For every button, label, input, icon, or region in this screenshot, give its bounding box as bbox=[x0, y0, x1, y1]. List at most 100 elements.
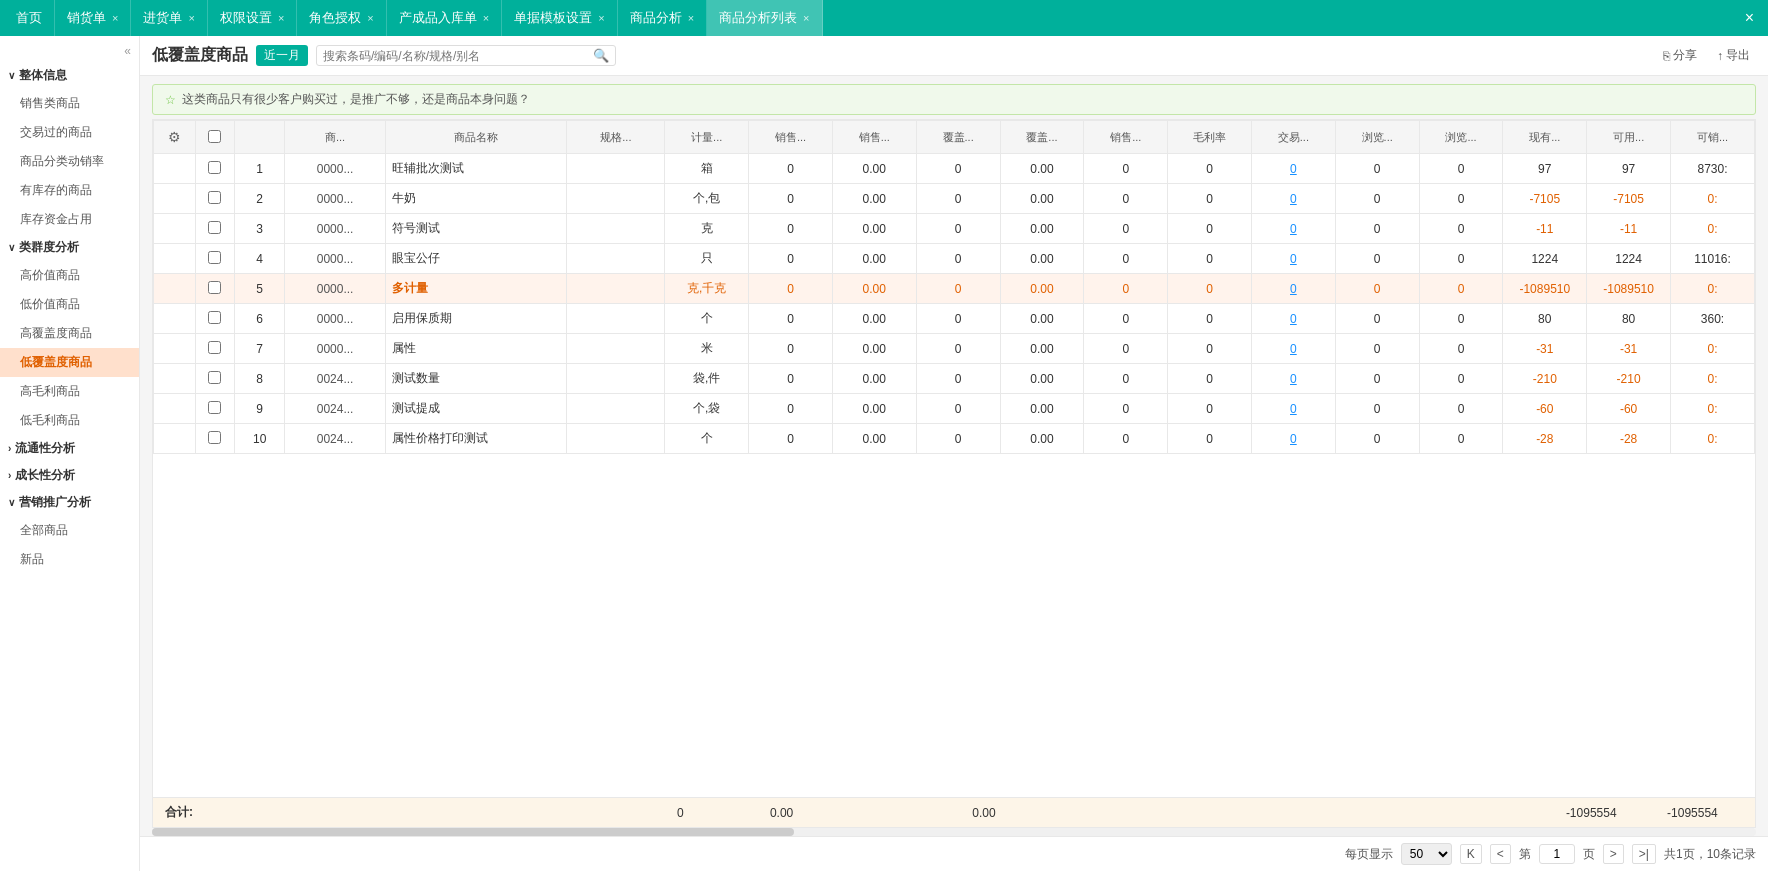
share-icon: ⎘ bbox=[1663, 49, 1670, 63]
sidebar-group-overall[interactable]: ∨ 整体信息 bbox=[0, 62, 139, 89]
row-coverage2: 0.00 bbox=[1000, 304, 1084, 334]
row-check[interactable] bbox=[195, 244, 234, 274]
close-icon[interactable]: × bbox=[278, 12, 284, 24]
nav-tab-product-inbound[interactable]: 产成品入库单 × bbox=[387, 0, 502, 36]
sidebar-item-traded-goods[interactable]: 交易过的商品 bbox=[0, 118, 139, 147]
row-check[interactable] bbox=[195, 394, 234, 424]
row-trade[interactable]: 0 bbox=[1251, 334, 1335, 364]
sidebar-item-new-goods[interactable]: 新品 bbox=[0, 545, 139, 574]
row-trade[interactable]: 0 bbox=[1251, 244, 1335, 274]
sidebar-group-cluster[interactable]: ∨ 类群度分析 bbox=[0, 234, 139, 261]
row-coverage1: 0 bbox=[916, 334, 1000, 364]
row-browse1: 0 bbox=[1335, 274, 1419, 304]
content-area: 低覆盖度商品 近一月 🔍 ⎘ 分享 ↑ 导出 ☆ 这类商品只有很少客户购买过，是… bbox=[140, 36, 1768, 871]
row-checkbox[interactable] bbox=[208, 161, 221, 174]
sidebar-item-high-value[interactable]: 高价值商品 bbox=[0, 261, 139, 290]
row-check[interactable] bbox=[195, 154, 234, 184]
row-coverage2: 0.00 bbox=[1000, 424, 1084, 454]
row-checkbox[interactable] bbox=[208, 431, 221, 444]
horizontal-scrollbar[interactable] bbox=[152, 828, 1756, 836]
row-checkbox[interactable] bbox=[208, 251, 221, 264]
export-button[interactable]: ↑ 导出 bbox=[1711, 44, 1756, 67]
sidebar-item-sales-goods[interactable]: 销售类商品 bbox=[0, 89, 139, 118]
sidebar-collapse-button[interactable]: « bbox=[0, 40, 139, 62]
row-checkbox[interactable] bbox=[208, 191, 221, 204]
row-checkbox[interactable] bbox=[208, 221, 221, 234]
row-check[interactable] bbox=[195, 274, 234, 304]
first-page-button[interactable]: K bbox=[1460, 844, 1482, 864]
nav-tab-analysis-list[interactable]: 商品分析列表 × bbox=[707, 0, 822, 36]
prev-page-button[interactable]: < bbox=[1490, 844, 1511, 864]
sidebar-item-all-goods[interactable]: 全部商品 bbox=[0, 516, 139, 545]
row-check[interactable] bbox=[195, 424, 234, 454]
row-checkbox[interactable] bbox=[208, 311, 221, 324]
row-code: 0000... bbox=[285, 334, 386, 364]
close-icon[interactable]: × bbox=[688, 12, 694, 24]
row-trade[interactable]: 0 bbox=[1251, 274, 1335, 304]
close-icon[interactable]: × bbox=[367, 12, 373, 24]
row-checkbox[interactable] bbox=[208, 401, 221, 414]
settings-icon[interactable]: ⚙ bbox=[168, 129, 181, 145]
row-name: 属性价格打印测试 bbox=[385, 424, 567, 454]
sidebar-group-liquidity[interactable]: › 流通性分析 bbox=[0, 435, 139, 462]
row-trade[interactable]: 0 bbox=[1251, 304, 1335, 334]
sidebar-item-category-turnover[interactable]: 商品分类动销率 bbox=[0, 147, 139, 176]
search-input[interactable] bbox=[323, 49, 593, 63]
row-trade[interactable]: 0 bbox=[1251, 184, 1335, 214]
nav-tab-home[interactable]: 首页 bbox=[4, 0, 55, 36]
sidebar-group-growth[interactable]: › 成长性分析 bbox=[0, 462, 139, 489]
row-check[interactable] bbox=[195, 304, 234, 334]
row-sales-amt: 0.00 bbox=[832, 424, 916, 454]
share-button[interactable]: ⎘ 分享 bbox=[1657, 44, 1703, 67]
row-gross-rate: 0 bbox=[1168, 154, 1252, 184]
row-sellable: 0: bbox=[1671, 364, 1755, 394]
row-trade[interactable]: 0 bbox=[1251, 214, 1335, 244]
close-all-button[interactable]: × bbox=[1735, 9, 1764, 27]
close-icon[interactable]: × bbox=[598, 12, 604, 24]
row-trade[interactable]: 0 bbox=[1251, 424, 1335, 454]
nav-tab-role[interactable]: 角色授权 × bbox=[297, 0, 386, 36]
th-check[interactable] bbox=[195, 121, 234, 154]
row-trade[interactable]: 0 bbox=[1251, 154, 1335, 184]
sidebar-group-marketing[interactable]: ∨ 营销推广分析 bbox=[0, 489, 139, 516]
sidebar-item-low-margin[interactable]: 低毛利商品 bbox=[0, 406, 139, 435]
row-checkbox[interactable] bbox=[208, 281, 221, 294]
page-number-input[interactable] bbox=[1539, 844, 1575, 864]
sidebar-item-in-stock[interactable]: 有库存的商品 bbox=[0, 176, 139, 205]
next-page-button[interactable]: > bbox=[1603, 844, 1624, 864]
row-code: 0000... bbox=[285, 304, 386, 334]
row-trade[interactable]: 0 bbox=[1251, 394, 1335, 424]
close-icon[interactable]: × bbox=[803, 12, 809, 24]
nav-tab-purchase[interactable]: 进货单 × bbox=[131, 0, 207, 36]
nav-tab-permission[interactable]: 权限设置 × bbox=[208, 0, 297, 36]
sidebar-item-low-coverage[interactable]: 低覆盖度商品 bbox=[0, 348, 139, 377]
nav-tab-sales[interactable]: 销货单 × bbox=[55, 0, 131, 36]
sidebar-item-inventory-capital[interactable]: 库存资金占用 bbox=[0, 205, 139, 234]
row-check[interactable] bbox=[195, 184, 234, 214]
sidebar-item-high-coverage[interactable]: 高覆盖度商品 bbox=[0, 319, 139, 348]
row-checkbox[interactable] bbox=[208, 371, 221, 384]
last-page-button[interactable]: >| bbox=[1632, 844, 1656, 864]
close-icon[interactable]: × bbox=[483, 12, 489, 24]
row-trade[interactable]: 0 bbox=[1251, 364, 1335, 394]
row-check[interactable] bbox=[195, 334, 234, 364]
nav-tab-template[interactable]: 单据模板设置 × bbox=[502, 0, 617, 36]
row-coverage2: 0.00 bbox=[1000, 274, 1084, 304]
page-size-select[interactable]: 50 100 200 bbox=[1401, 843, 1452, 865]
search-icon[interactable]: 🔍 bbox=[593, 48, 609, 63]
row-coverage2: 0.00 bbox=[1000, 394, 1084, 424]
scrollbar-thumb[interactable] bbox=[152, 828, 794, 836]
close-icon[interactable]: × bbox=[188, 12, 194, 24]
row-settings bbox=[154, 154, 196, 184]
close-icon[interactable]: × bbox=[112, 12, 118, 24]
row-check[interactable] bbox=[195, 214, 234, 244]
select-all-checkbox[interactable] bbox=[208, 130, 221, 143]
nav-tab-analysis[interactable]: 商品分析 × bbox=[618, 0, 707, 36]
th-settings[interactable]: ⚙ bbox=[154, 121, 196, 154]
time-filter-button[interactable]: 近一月 bbox=[256, 45, 308, 66]
sidebar-item-low-value[interactable]: 低价值商品 bbox=[0, 290, 139, 319]
row-checkbox[interactable] bbox=[208, 341, 221, 354]
row-check[interactable] bbox=[195, 364, 234, 394]
sidebar-item-high-margin[interactable]: 高毛利商品 bbox=[0, 377, 139, 406]
row-spec bbox=[567, 394, 665, 424]
